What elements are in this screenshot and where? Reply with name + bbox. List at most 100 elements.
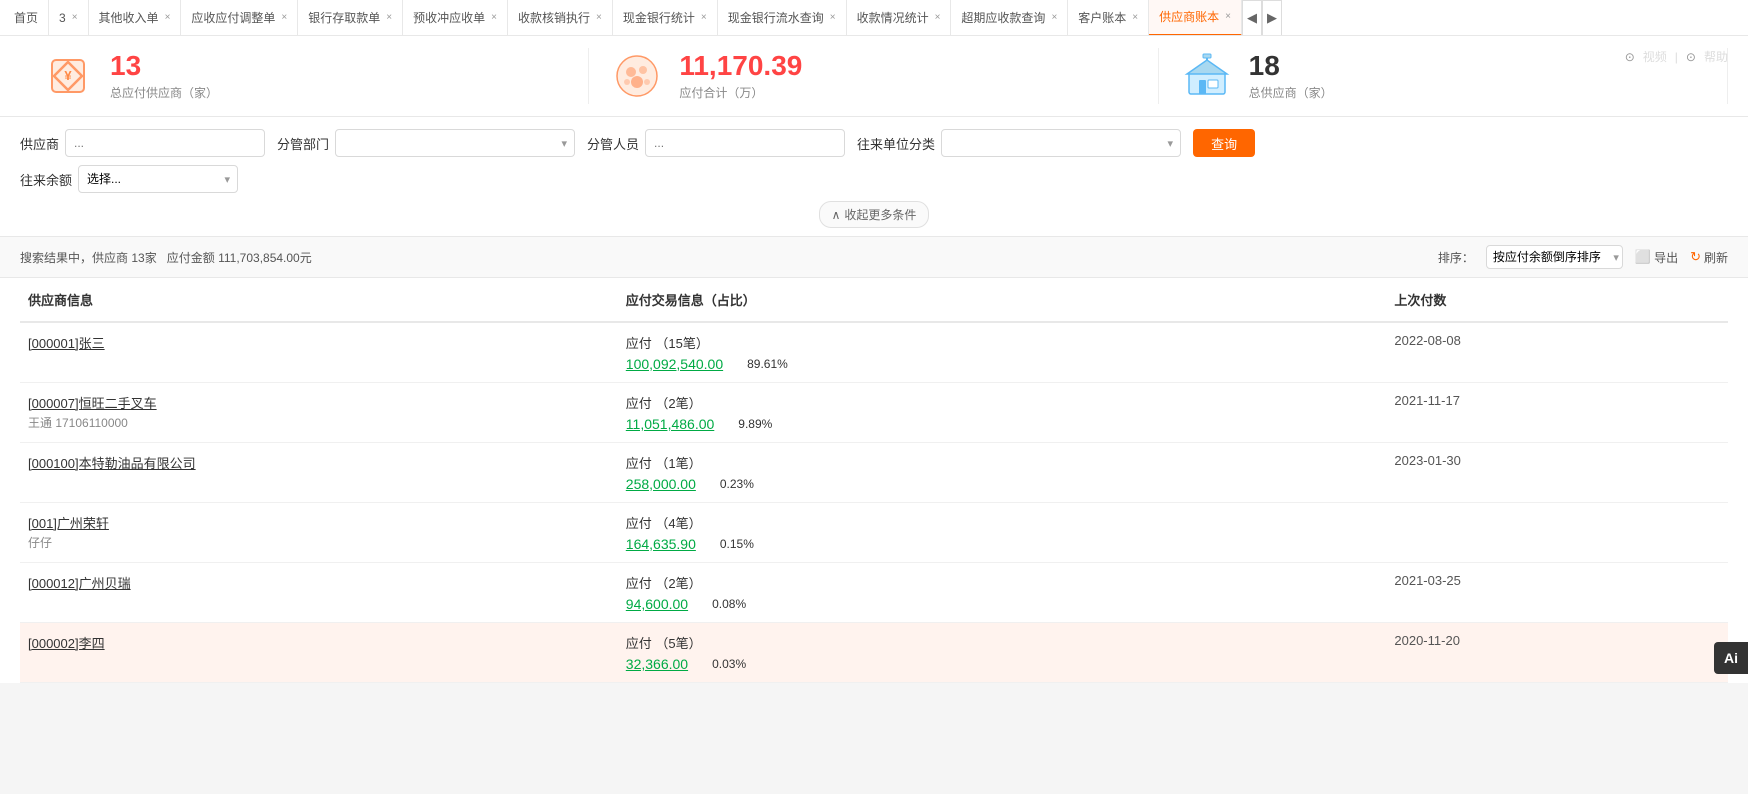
nav-tab-supplier-ledger[interactable]: 供应商账本 × <box>1149 0 1242 36</box>
tx-count-label: 应付 （5笔） <box>626 633 1379 652</box>
tx-percent: 0.08% <box>712 597 746 611</box>
close-icon[interactable]: × <box>830 12 836 23</box>
tx-info-cell: 应付 （2笔） 11,051,486.009.89% <box>618 383 1387 443</box>
tx-amount-row: 11,051,486.009.89% <box>626 416 1379 432</box>
summary-amount: 111,703,854.00元 <box>218 251 312 265</box>
close-icon[interactable]: × <box>1132 12 1138 23</box>
close-icon[interactable]: × <box>165 12 171 23</box>
video-link[interactable]: 视频 <box>1643 48 1667 65</box>
supplier-filter-label: 供应商 <box>20 134 59 153</box>
nav-tab-cash-stat-label: 现金银行统计 <box>623 9 695 26</box>
sort-select[interactable]: 按应付余额倒序排序 <box>1486 245 1623 269</box>
tx-count-label: 应付 （2笔） <box>626 393 1379 412</box>
tx-count-label: 应付 （15笔） <box>626 333 1379 352</box>
last-pay-date: 2020-11-20 <box>1386 623 1728 683</box>
stat-block-amount: 11,170.39 应付合计（万） <box>589 48 1158 104</box>
tx-percent: 0.03% <box>712 657 746 671</box>
grain-icon <box>609 48 665 104</box>
close-icon[interactable]: × <box>1051 12 1057 23</box>
close-icon[interactable]: × <box>701 12 707 23</box>
nav-tab-other-income[interactable]: 其他收入单 × <box>89 0 182 36</box>
nav-left-arrow[interactable]: ◀ <box>1242 0 1262 36</box>
results-summary: 搜索结果中，供应商 13家 应付金额 111,703,854.00元 <box>20 249 312 266</box>
close-icon[interactable]: × <box>491 12 497 23</box>
filter-row-1: 供应商 分管部门 ▾ 分管人员 往来单位分类 ▾ <box>20 129 1728 157</box>
supplier-link[interactable]: [000100]本特勒油品有限公司 <box>28 456 196 471</box>
close-icon[interactable]: × <box>935 12 941 23</box>
nav-tab-customer-ledger[interactable]: 客户账本 × <box>1068 0 1149 36</box>
nav-tab-supplier-ledger-label: 供应商账本 <box>1159 8 1219 25</box>
nav-tab-bank-deposit-label: 银行存取款单 <box>308 9 380 26</box>
filter-item-dept: 分管部门 ▾ <box>277 129 575 157</box>
close-icon[interactable]: × <box>281 12 287 23</box>
person-input[interactable] <box>645 129 845 157</box>
tx-amount-link[interactable]: 11,051,486.00 <box>626 416 715 432</box>
close-icon[interactable]: × <box>596 12 602 23</box>
supplier-link[interactable]: [000001]张三 <box>28 336 105 351</box>
collapse-button[interactable]: ∧ 收起更多条件 <box>819 201 930 228</box>
supplier-info-cell: [001]广州荣轩仔仔 <box>20 503 618 563</box>
stat-number-total: 18 <box>1249 51 1333 82</box>
tx-amount-link[interactable]: 258,000.00 <box>626 476 696 492</box>
collapse-label: 收起更多条件 <box>844 206 916 223</box>
last-pay-date <box>1386 503 1728 563</box>
table-row: [000100]本特勒油品有限公司应付 （1笔）258,000.000.23%2… <box>20 443 1728 503</box>
tx-info-cell: 应付 （4笔）164,635.900.15% <box>618 503 1387 563</box>
supplier-link[interactable]: [000007]恒旺二手叉车 <box>28 396 157 411</box>
refresh-button[interactable]: ↻ 刷新 <box>1690 249 1728 266</box>
sort-select-wrapper: 按应付余额倒序排序 ▾ <box>1486 245 1623 269</box>
nav-tab-customer-ledger-label: 客户账本 <box>1078 9 1126 26</box>
tx-count: 应付 （1笔） <box>626 456 702 471</box>
tx-amount-link[interactable]: 164,635.90 <box>626 536 696 552</box>
nav-tab-cash-stat[interactable]: 现金银行统计 × <box>613 0 718 36</box>
nav-tab-cash-flow-label: 现金银行流水查询 <box>728 9 824 26</box>
tx-amount-link[interactable]: 100,092,540.00 <box>626 356 723 372</box>
refresh-label: 刷新 <box>1704 249 1728 266</box>
tx-count: 应付 （2笔） <box>626 396 702 411</box>
nav-tab-home[interactable]: 首页 <box>4 0 49 36</box>
nav-tab-3[interactable]: 3 × <box>49 0 89 36</box>
close-icon[interactable]: × <box>386 12 392 23</box>
store-icon <box>1179 48 1235 104</box>
nav-tab-cash-flow[interactable]: 现金银行流水查询 × <box>718 0 847 36</box>
stat-content-total: 18 总供应商（家） <box>1249 51 1333 101</box>
nav-tab-advance[interactable]: 预收冲应收单 × <box>403 0 508 36</box>
balance-select[interactable]: 选择... <box>78 165 238 193</box>
svg-text:¥: ¥ <box>64 68 72 83</box>
close-icon[interactable]: × <box>72 12 78 23</box>
supplier-input[interactable] <box>65 129 265 157</box>
help-icon: ⊙ <box>1686 50 1696 64</box>
export-button[interactable]: ⬜ 导出 <box>1635 249 1678 266</box>
supplier-link[interactable]: [001]广州荣轩 <box>28 516 109 531</box>
nav-tab-receivable-adjust[interactable]: 应收应付调整单 × <box>181 0 298 36</box>
sort-label: 排序： <box>1438 249 1474 266</box>
nav-tab-other-income-label: 其他收入单 <box>99 9 159 26</box>
tx-amount-row: 164,635.90 0.15% <box>626 536 1379 552</box>
query-button[interactable]: 查询 <box>1193 129 1255 157</box>
tx-amount-link[interactable]: 94,600.00 <box>626 596 688 612</box>
tx-amount-link[interactable]: 32,366.00 <box>626 656 688 672</box>
dept-select[interactable] <box>335 129 575 157</box>
nav-tab-payment-verify[interactable]: 收款核销执行 × <box>508 0 613 36</box>
nav-tab-receipt-stat[interactable]: 收款情况统计 × <box>847 0 952 36</box>
separator: | <box>1675 50 1678 64</box>
supplier-link[interactable]: [000002]李四 <box>28 636 105 651</box>
supplier-sub-info: 仔仔 <box>28 534 610 551</box>
help-link[interactable]: 帮助 <box>1704 48 1728 65</box>
close-icon[interactable]: × <box>1225 11 1231 22</box>
tx-info-cell: 应付 （5笔） 32,366.00 0.03% <box>618 623 1387 683</box>
category-select[interactable] <box>941 129 1181 157</box>
results-actions: 排序： 按应付余额倒序排序 ▾ ⬜ 导出 ↻ 刷新 <box>1438 245 1728 269</box>
tx-count-label: 应付 （1笔） <box>626 453 1379 472</box>
tx-percent: 0.15% <box>720 537 754 551</box>
nav-tab-payment-verify-label: 收款核销执行 <box>518 9 590 26</box>
supplier-link[interactable]: [000012]广州贝瑞 <box>28 576 131 591</box>
col-header-last-pay: 上次付数 <box>1386 278 1728 322</box>
table-row: [001]广州荣轩仔仔应付 （4笔）164,635.900.15% <box>20 503 1728 563</box>
tx-amount-row: 32,366.00 0.03% <box>626 656 1379 672</box>
filter-row-2: 往来余额 选择... ▾ <box>20 165 1728 193</box>
nav-tab-overdue[interactable]: 超期应收款查询 × <box>951 0 1068 36</box>
nav-right-arrow[interactable]: ▶ <box>1262 0 1282 36</box>
ai-assistant-button[interactable]: Ai <box>1714 642 1748 674</box>
nav-tab-bank-deposit[interactable]: 银行存取款单 × <box>298 0 403 36</box>
